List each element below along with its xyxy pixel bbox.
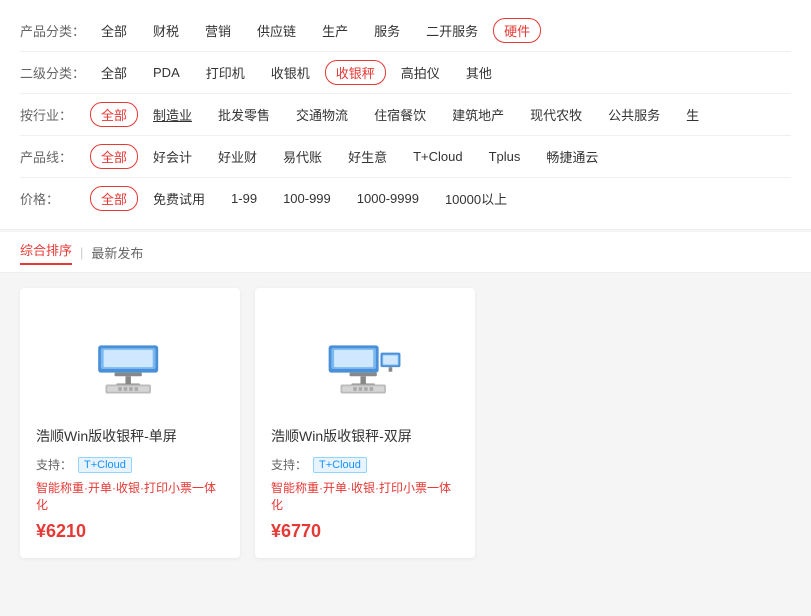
- product-image-2: [271, 304, 459, 414]
- filter-ind-bio[interactable]: 生: [675, 102, 710, 127]
- filter-section: 产品分类： 全部 财税 营销 供应链 生产 服务 二开服务 硬件 二级分类： 全…: [0, 0, 811, 230]
- product-line-row: 产品线： 全部 好会计 好业财 易代账 好生意 T+Cloud Tplus 畅捷…: [20, 136, 791, 178]
- sub-category-row: 二级分类： 全部 PDA 打印机 收银机 收银秤 高拍仪 其他: [20, 52, 791, 94]
- price-label: 价格：: [20, 189, 90, 208]
- product-card-2[interactable]: 浩顺Win版收银秤-双屏 支持： T+Cloud 智能称重·开单·收银·打印小票…: [255, 288, 475, 558]
- filter-sub-all[interactable]: 全部: [90, 60, 138, 85]
- filter-pcat-marketing[interactable]: 营销: [194, 18, 242, 43]
- filter-pcat-open[interactable]: 二开服务: [415, 18, 489, 43]
- filter-pl-tplus[interactable]: Tplus: [478, 146, 532, 167]
- filter-sub-highcam[interactable]: 高拍仪: [390, 60, 451, 85]
- support-label-2: 支持：: [271, 456, 307, 473]
- filter-ind-hotel[interactable]: 住宿餐饮: [363, 102, 437, 127]
- filter-price-all[interactable]: 全部: [90, 186, 138, 211]
- product-price-2: ¥6770: [271, 521, 459, 542]
- filter-pl-express[interactable]: 畅捷通云: [535, 144, 609, 169]
- filter-pl-all[interactable]: 全部: [90, 144, 138, 169]
- price-items: 全部 免费试用 1-99 100-999 1000-9999 10000以上: [90, 186, 518, 211]
- filter-sub-printer[interactable]: 打印机: [195, 60, 256, 85]
- filter-pcat-all[interactable]: 全部: [90, 18, 138, 43]
- product-card-1[interactable]: 浩顺Win版收银秤-单屏 支持： T+Cloud 智能称重·开单·收银·打印小票…: [20, 288, 240, 558]
- product-category-row: 产品分类： 全部 财税 营销 供应链 生产 服务 二开服务 硬件: [20, 10, 791, 52]
- filter-pl-finance[interactable]: 好业财: [207, 144, 268, 169]
- filter-ind-wholesale[interactable]: 批发零售: [207, 102, 281, 127]
- product-price-1: ¥6210: [36, 521, 224, 542]
- sort-bar: 综合排序 | 最新发布: [0, 232, 811, 273]
- filter-sub-pda[interactable]: PDA: [142, 62, 191, 83]
- support-tag-2[interactable]: T+Cloud: [313, 457, 367, 473]
- product-desc-1: 智能称重·开单·收银·打印小票一体化: [36, 479, 224, 513]
- product-image-svg-1: [80, 314, 180, 404]
- filter-sub-scale[interactable]: 收银秤: [325, 60, 386, 85]
- filter-pl-business[interactable]: 好生意: [337, 144, 398, 169]
- product-support-row-1: 支持： T+Cloud: [36, 456, 224, 473]
- product-line-items: 全部 好会计 好业财 易代账 好生意 T+Cloud Tplus 畅捷通云: [90, 144, 609, 169]
- product-desc-2: 智能称重·开单·收银·打印小票一体化: [271, 479, 459, 513]
- product-image-svg-2: [315, 314, 415, 404]
- filter-ind-agriculture[interactable]: 现代农牧: [519, 102, 593, 127]
- support-label-1: 支持：: [36, 456, 72, 473]
- filter-price-1000-9999[interactable]: 1000-9999: [346, 188, 430, 209]
- sort-latest[interactable]: 最新发布: [91, 243, 143, 262]
- product-category-label: 产品分类：: [20, 21, 90, 40]
- filter-ind-construction[interactable]: 建筑地产: [441, 102, 515, 127]
- product-name-1: 浩顺Win版收银秤-单屏: [36, 426, 224, 446]
- filter-pcat-production[interactable]: 生产: [311, 18, 359, 43]
- filter-price-10000[interactable]: 10000以上: [434, 186, 518, 211]
- filter-pcat-hardware[interactable]: 硬件: [493, 18, 541, 43]
- filter-ind-manufacturing[interactable]: 制造业: [142, 102, 203, 127]
- sub-category-items: 全部 PDA 打印机 收银机 收银秤 高拍仪 其他: [90, 60, 503, 85]
- filter-pl-tcloud[interactable]: T+Cloud: [402, 146, 474, 167]
- product-category-items: 全部 财税 营销 供应链 生产 服务 二开服务 硬件: [90, 18, 541, 43]
- products-grid: 浩顺Win版收银秤-单屏 支持： T+Cloud 智能称重·开单·收银·打印小票…: [20, 288, 791, 558]
- sort-comprehensive[interactable]: 综合排序: [20, 240, 72, 265]
- filter-sub-cashier[interactable]: 收银机: [260, 60, 321, 85]
- product-name-2: 浩顺Win版收银秤-双屏: [271, 426, 459, 446]
- filter-pcat-tax[interactable]: 财税: [142, 18, 190, 43]
- product-line-label: 产品线：: [20, 147, 90, 166]
- filter-pcat-service[interactable]: 服务: [363, 18, 411, 43]
- filter-ind-public[interactable]: 公共服务: [597, 102, 671, 127]
- sub-category-label: 二级分类：: [20, 63, 90, 82]
- industry-label: 按行业：: [20, 105, 90, 124]
- sort-divider: |: [80, 245, 83, 260]
- product-support-row-2: 支持： T+Cloud: [271, 456, 459, 473]
- support-tag-1[interactable]: T+Cloud: [78, 457, 132, 473]
- filter-price-1-99[interactable]: 1-99: [220, 188, 268, 209]
- product-image-1: [36, 304, 224, 414]
- price-row: 价格： 全部 免费试用 1-99 100-999 1000-9999 10000…: [20, 178, 791, 219]
- filter-pcat-supply[interactable]: 供应链: [246, 18, 307, 43]
- filter-ind-transport[interactable]: 交通物流: [285, 102, 359, 127]
- filter-price-100-999[interactable]: 100-999: [272, 188, 342, 209]
- filter-ind-all[interactable]: 全部: [90, 102, 138, 127]
- filter-price-free[interactable]: 免费试用: [142, 186, 216, 211]
- filter-pl-accounting[interactable]: 好会计: [142, 144, 203, 169]
- products-area: 浩顺Win版收银秤-单屏 支持： T+Cloud 智能称重·开单·收银·打印小票…: [0, 273, 811, 573]
- industry-row: 按行业： 全部 制造业 批发零售 交通物流 住宿餐饮 建筑地产 现代农牧 公共服…: [20, 94, 791, 136]
- filter-sub-other[interactable]: 其他: [455, 60, 503, 85]
- filter-pl-agent[interactable]: 易代账: [272, 144, 333, 169]
- industry-items: 全部 制造业 批发零售 交通物流 住宿餐饮 建筑地产 现代农牧 公共服务 生: [90, 102, 710, 127]
